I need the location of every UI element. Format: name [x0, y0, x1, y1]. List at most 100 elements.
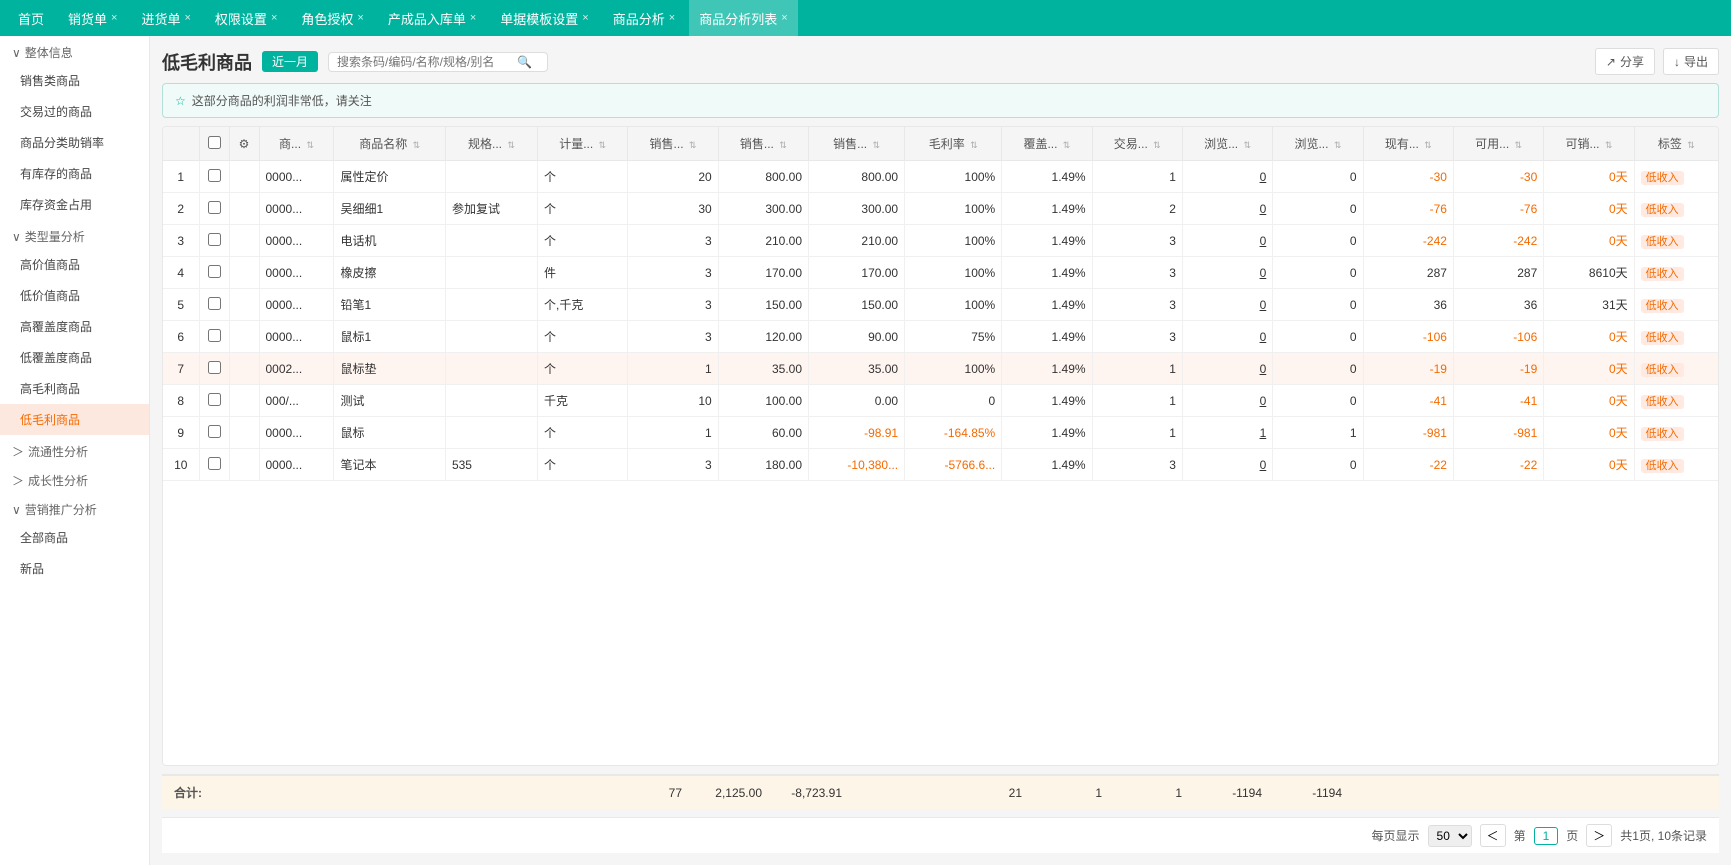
row-checkbox[interactable]: [208, 361, 221, 374]
nav-analysis[interactable]: 商品分析 ×: [603, 0, 685, 36]
sidebar-item-all-goods[interactable]: 全部商品: [0, 522, 149, 553]
cell-checkbox[interactable]: [199, 193, 229, 225]
sidebar-group-circulation[interactable]: ＞ 流通性分析: [0, 435, 149, 464]
row-checkbox[interactable]: [208, 393, 221, 406]
sidebar-item-high-coverage[interactable]: 高覆盖度商品: [0, 311, 149, 342]
nav-storage-close[interactable]: ×: [470, 12, 476, 24]
col-settings[interactable]: ⚙: [229, 127, 259, 161]
col-available[interactable]: 可用... ⇅: [1453, 127, 1543, 161]
nav-sales[interactable]: 销货单 ×: [58, 0, 127, 36]
nav-home[interactable]: 首页: [8, 0, 54, 36]
col-sales-amount[interactable]: 销售... ⇅: [809, 127, 905, 161]
row-checkbox[interactable]: [208, 457, 221, 470]
cell-views1[interactable]: 1: [1182, 417, 1272, 449]
row-checkbox[interactable]: [208, 297, 221, 310]
sort-stock[interactable]: ⇅: [1424, 140, 1432, 150]
sort-code[interactable]: ⇅: [306, 140, 314, 150]
sort-tag[interactable]: ⇅: [1687, 140, 1695, 150]
row-checkbox[interactable]: [208, 425, 221, 438]
col-checkbox[interactable]: [199, 127, 229, 161]
nav-permissions[interactable]: 权限设置 ×: [205, 0, 287, 36]
sort-name[interactable]: ⇅: [413, 140, 421, 150]
per-page-select[interactable]: 50: [1428, 825, 1472, 847]
search-box[interactable]: 🔍: [328, 52, 548, 72]
sort-trans[interactable]: ⇅: [1153, 140, 1161, 150]
search-input[interactable]: [337, 55, 517, 69]
sidebar-group-overall[interactable]: ∨ 整体信息: [0, 36, 149, 65]
col-sales-qty[interactable]: 销售... ⇅: [628, 127, 718, 161]
sidebar-group-growth[interactable]: ＞ 成长性分析: [0, 464, 149, 493]
sidebar-item-sales-goods[interactable]: 销售类商品: [0, 65, 149, 96]
nav-purchase[interactable]: 进货单 ×: [131, 0, 200, 36]
cell-checkbox[interactable]: [199, 321, 229, 353]
nav-template[interactable]: 单据模板设置 ×: [490, 0, 598, 36]
sidebar-item-new-goods[interactable]: 新品: [0, 553, 149, 584]
col-name[interactable]: 商品名称 ⇅: [334, 127, 445, 161]
export-button[interactable]: ↓ 导出: [1663, 48, 1719, 75]
nav-analysis-close[interactable]: ×: [669, 12, 675, 24]
col-code[interactable]: 商... ⇅: [259, 127, 334, 161]
sort-views1[interactable]: ⇅: [1243, 140, 1251, 150]
col-transactions[interactable]: 交易... ⇅: [1092, 127, 1182, 161]
period-button[interactable]: 近一月: [262, 51, 318, 72]
cell-views1[interactable]: 0: [1182, 193, 1272, 225]
sidebar-item-low-coverage[interactable]: 低覆盖度商品: [0, 342, 149, 373]
cell-views1[interactable]: 0: [1182, 225, 1272, 257]
cell-views1[interactable]: 0: [1182, 449, 1272, 481]
nav-roles-close[interactable]: ×: [357, 12, 363, 24]
nav-analysis-list[interactable]: 商品分析列表 ×: [689, 0, 797, 36]
sidebar-item-high-value[interactable]: 高价值商品: [0, 249, 149, 280]
cell-views1[interactable]: 0: [1182, 353, 1272, 385]
sort-price[interactable]: ⇅: [779, 140, 787, 150]
cell-views1[interactable]: 0: [1182, 385, 1272, 417]
nav-roles[interactable]: 角色授权 ×: [291, 0, 373, 36]
col-sales-price[interactable]: 销售... ⇅: [718, 127, 808, 161]
sidebar-item-in-stock[interactable]: 有库存的商品: [0, 158, 149, 189]
row-checkbox[interactable]: [208, 329, 221, 342]
col-views1[interactable]: 浏览... ⇅: [1182, 127, 1272, 161]
cell-views1[interactable]: 0: [1182, 161, 1272, 193]
sidebar-item-low-margin[interactable]: 低毛利商品: [0, 404, 149, 435]
row-checkbox[interactable]: [208, 169, 221, 182]
nav-sales-close[interactable]: ×: [111, 12, 117, 24]
nav-template-close[interactable]: ×: [582, 12, 588, 24]
settings-icon[interactable]: ⚙: [239, 137, 250, 151]
nav-purchase-close[interactable]: ×: [184, 12, 190, 24]
sort-margin[interactable]: ⇅: [970, 140, 978, 150]
prev-page-button[interactable]: ＜: [1480, 824, 1506, 847]
cell-checkbox[interactable]: [199, 385, 229, 417]
col-unit[interactable]: 计量... ⇅: [537, 127, 627, 161]
row-checkbox[interactable]: [208, 265, 221, 278]
col-current-stock[interactable]: 现有... ⇅: [1363, 127, 1453, 161]
col-coverage[interactable]: 覆盖... ⇅: [1002, 127, 1092, 161]
search-icon[interactable]: 🔍: [517, 55, 532, 69]
next-page-button[interactable]: ＞: [1586, 824, 1612, 847]
cell-checkbox[interactable]: [199, 449, 229, 481]
sort-qty[interactable]: ⇅: [689, 140, 697, 150]
share-button[interactable]: ↗ 分享: [1595, 48, 1655, 75]
nav-permissions-close[interactable]: ×: [271, 12, 277, 24]
cell-views1[interactable]: 0: [1182, 257, 1272, 289]
sidebar-item-traded-goods[interactable]: 交易过的商品: [0, 96, 149, 127]
cell-views1[interactable]: 0: [1182, 321, 1272, 353]
sort-coverage[interactable]: ⇅: [1063, 140, 1071, 150]
cell-checkbox[interactable]: [199, 257, 229, 289]
cell-checkbox[interactable]: [199, 161, 229, 193]
col-margin[interactable]: 毛利率 ⇅: [905, 127, 1002, 161]
row-checkbox[interactable]: [208, 201, 221, 214]
sidebar-item-high-margin[interactable]: 高毛利商品: [0, 373, 149, 404]
sort-saleable[interactable]: ⇅: [1605, 140, 1613, 150]
cell-checkbox[interactable]: [199, 225, 229, 257]
nav-analysis-list-close[interactable]: ×: [781, 12, 787, 24]
sort-amount[interactable]: ⇅: [872, 140, 880, 150]
col-spec[interactable]: 规格... ⇅: [445, 127, 537, 161]
cell-checkbox[interactable]: [199, 417, 229, 449]
row-checkbox[interactable]: [208, 233, 221, 246]
sidebar-item-category-rate[interactable]: 商品分类助销率: [0, 127, 149, 158]
sidebar-group-type[interactable]: ∨ 类型量分析: [0, 220, 149, 249]
select-all-checkbox[interactable]: [208, 136, 221, 149]
col-tag[interactable]: 标签 ⇅: [1634, 127, 1718, 161]
sidebar-group-marketing[interactable]: ∨ 营销推广分析: [0, 493, 149, 522]
cell-checkbox[interactable]: [199, 353, 229, 385]
cell-views1[interactable]: 0: [1182, 289, 1272, 321]
